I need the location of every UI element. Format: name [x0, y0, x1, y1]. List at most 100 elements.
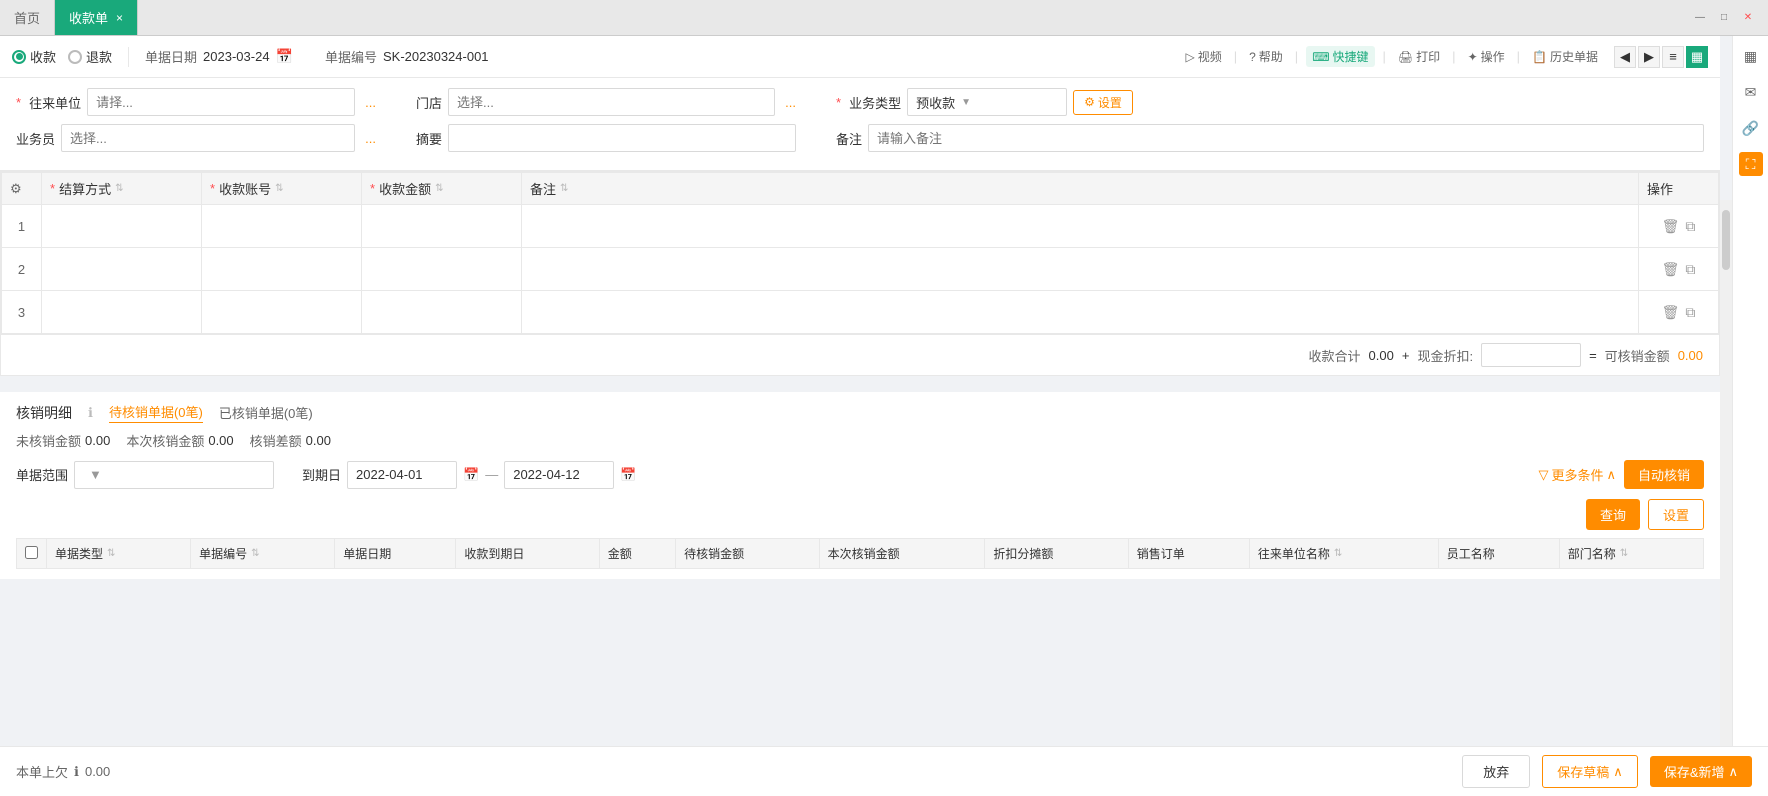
cell-settle-1[interactable] [42, 205, 202, 248]
print-button[interactable]: 🖨 打印 [1394, 46, 1444, 67]
cell-actions-2: 🗑 ⧉ [1639, 248, 1719, 291]
th-staff-name: 员工名称 [1438, 539, 1559, 569]
help-button[interactable]: ? 帮助 [1245, 46, 1287, 67]
staff-dots[interactable]: ... [365, 131, 376, 146]
tab-close-icon[interactable]: × [116, 11, 123, 25]
more-filters-arrow: ∧ [1606, 467, 1616, 483]
verify-info-icon[interactable]: ℹ [88, 405, 93, 421]
cell-account-3[interactable] [202, 291, 362, 334]
summary-input[interactable] [448, 124, 796, 152]
help-label: 帮助 [1259, 48, 1283, 65]
th-sales-order: 销售订单 [1128, 539, 1249, 569]
select-all-checkbox[interactable] [25, 546, 38, 559]
scroll-thumb[interactable] [1722, 210, 1730, 270]
counterpart-dots[interactable]: ... [365, 95, 376, 110]
delete-row-2-button[interactable]: 🗑 [1662, 261, 1680, 278]
maximize-button[interactable]: □ [1716, 10, 1732, 26]
remark-input[interactable] [868, 124, 1704, 152]
right-panel: ▦ ✉ 🔗 ⛶ [1732, 36, 1768, 760]
operations-button[interactable]: ✦ 操作 [1464, 46, 1509, 67]
range-label-text: 单据范围 [16, 465, 68, 484]
cell-remark-1[interactable] [522, 205, 1639, 248]
row-num-1: 1 [2, 205, 42, 248]
receipt-radio[interactable]: 收款 [12, 47, 56, 66]
date-range-field: 单据范围 ▼ [16, 461, 274, 489]
delete-row-3-button[interactable]: 🗑 [1662, 304, 1680, 321]
business-type-select[interactable]: 预收款 ▼ [907, 88, 1067, 116]
cell-amount-1[interactable] [362, 205, 522, 248]
store-dots[interactable]: ... [785, 95, 796, 110]
abandon-button[interactable]: 放弃 [1462, 755, 1530, 788]
query-button[interactable]: 查询 [1586, 499, 1640, 530]
view-list-button[interactable]: ≡ [1662, 46, 1684, 68]
cell-settle-3[interactable] [42, 291, 202, 334]
staff-label: 业务员 [16, 129, 55, 148]
more-filters-button[interactable]: ▽ 更多条件 ∧ [1538, 465, 1616, 484]
discount-input[interactable] [1481, 343, 1581, 367]
th-bill-no: 单据编号⇅ [191, 539, 335, 569]
th-bill-type: 单据类型⇅ [47, 539, 191, 569]
cell-remark-3[interactable] [522, 291, 1639, 334]
right-table-icon[interactable]: ▦ [1739, 44, 1763, 68]
cell-account-2[interactable] [202, 248, 362, 291]
verify-tab-done[interactable]: 已核销单据(0笔) [219, 403, 313, 423]
right-mail-icon[interactable]: ✉ [1739, 80, 1763, 104]
query-row: 查询 设置 [16, 499, 1704, 530]
calendar-to-icon[interactable]: 📅 [620, 467, 636, 483]
history-label: 历史单据 [1550, 48, 1598, 65]
counterpart-required-star: * [16, 95, 21, 110]
main-content: 收款 退款 单据日期 2023-03-24 📅 单据编号 SK-20230324… [0, 36, 1720, 629]
staff-input[interactable] [61, 124, 355, 152]
verify-settings-button[interactable]: 设置 [1648, 499, 1704, 530]
calendar-icon[interactable]: 📅 [276, 48, 293, 65]
history-button[interactable]: 📋 历史单据 [1528, 46, 1602, 67]
date-to-input[interactable] [504, 461, 614, 489]
bottom-info-icon[interactable]: ℹ [74, 764, 79, 780]
refund-radio[interactable]: 退款 [68, 47, 112, 66]
copy-row-3-button[interactable]: ⧉ [1685, 304, 1695, 321]
counterpart-input[interactable] [87, 88, 355, 116]
cell-remark-2[interactable] [522, 248, 1639, 291]
view-grid-button[interactable]: ▦ [1686, 46, 1708, 68]
number-field: 单据编号 SK-20230324-001 [309, 47, 489, 66]
cell-amount-3[interactable] [362, 291, 522, 334]
tab-home[interactable]: 首页 [0, 0, 55, 35]
current-label: 本单上欠 [16, 762, 68, 781]
sort-icon-settle: ⇅ [115, 183, 123, 194]
date-from-input[interactable] [347, 461, 457, 489]
settings-button[interactable]: ⚙ 设置 [1073, 90, 1133, 115]
save-new-button[interactable]: 保存&新增 ∧ [1650, 756, 1752, 787]
right-attachment-icon[interactable]: 🔗 [1739, 116, 1763, 140]
range-select[interactable]: ▼ [74, 461, 274, 489]
copy-row-2-button[interactable]: ⧉ [1685, 261, 1695, 278]
shortcut-button[interactable]: ⌨ 快捷键 [1306, 46, 1374, 67]
calendar-from-icon[interactable]: 📅 [463, 467, 479, 483]
draft-button[interactable]: 保存草稿 ∧ [1542, 755, 1638, 788]
staff-field: 业务员 ... [16, 124, 376, 152]
current-value: 0.00 [85, 764, 110, 779]
cell-settle-2[interactable] [42, 248, 202, 291]
summary-field: 摘要 [416, 124, 796, 152]
cell-account-1[interactable] [202, 205, 362, 248]
scrollbar[interactable] [1720, 200, 1732, 760]
cell-amount-2[interactable] [362, 248, 522, 291]
right-expand-icon[interactable]: ⛶ [1739, 152, 1763, 176]
video-button[interactable]: ▷ 视频 [1181, 46, 1225, 67]
receipt-table-container: ⚙ * 结算方式 ⇅ * 收款账号 [0, 171, 1720, 376]
bottom-bar: 本单上欠 ℹ 0.00 放弃 保存草稿 ∧ 保存&新增 ∧ [0, 746, 1768, 796]
tab-receipt[interactable]: 收款单 × [55, 0, 138, 35]
th-bill-date: 单据日期 [335, 539, 456, 569]
close-button[interactable]: ✕ [1740, 10, 1756, 26]
verify-tab-pending[interactable]: 待核销单据(0笔) [109, 402, 203, 423]
store-input[interactable] [448, 88, 775, 116]
view-prev-button[interactable]: ◀ [1614, 46, 1636, 68]
auto-verify-button[interactable]: 自动核销 [1624, 460, 1704, 489]
toolbar-divider-1 [128, 47, 129, 67]
table-settings-icon[interactable]: ⚙ [10, 181, 22, 196]
shortcut-label: 快捷键 [1333, 48, 1369, 65]
delete-row-1-button[interactable]: 🗑 [1662, 218, 1680, 235]
minimize-button[interactable]: — [1692, 10, 1708, 26]
copy-row-1-button[interactable]: ⧉ [1685, 218, 1695, 235]
view-next-button[interactable]: ▶ [1638, 46, 1660, 68]
stat-this-amount: 本次核销金额 0.00 [126, 431, 233, 450]
